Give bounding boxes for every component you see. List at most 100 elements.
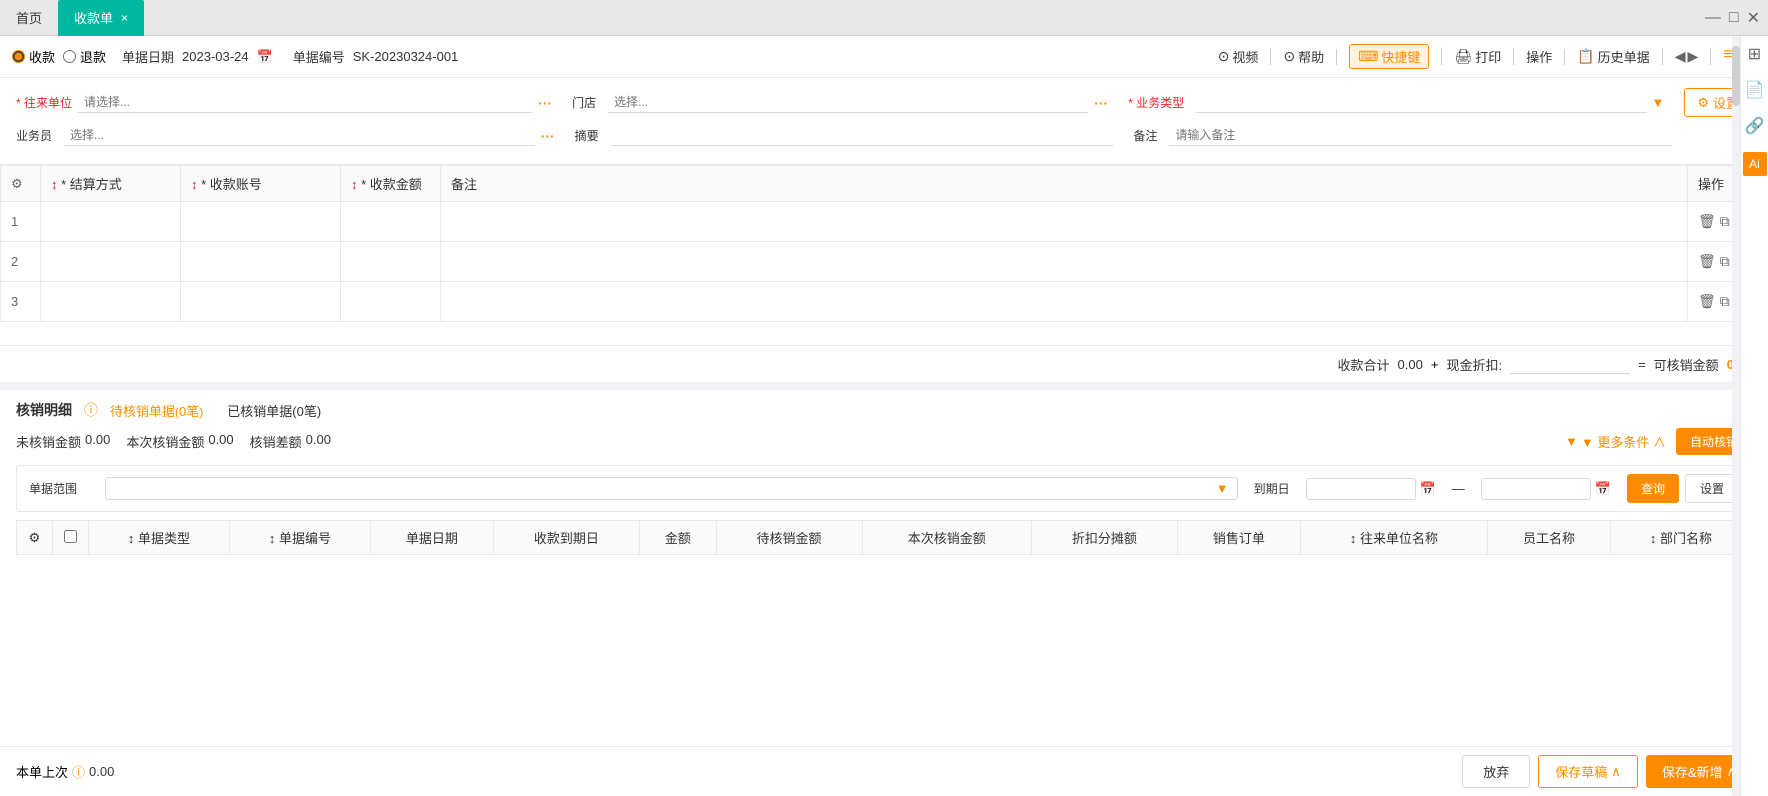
nav-prev-button[interactable]: ◀ [1675,48,1686,65]
tab-receipt-close[interactable]: × [121,11,128,25]
tab-pending-verify[interactable]: 待核销单据(0笔) [110,401,203,420]
vth-amount: 金额 [639,521,716,555]
calendar-icon[interactable]: 📅 [257,49,273,65]
action-operations[interactable]: 操作 [1526,47,1552,66]
tab-home[interactable]: 首页 [0,0,58,36]
verify-table-container: ⚙ ↕ 单据类型 ↕ 单据编号 单据日期 [16,520,1752,555]
net-label: 可核销金额 [1654,355,1719,374]
salesperson-input[interactable] [64,125,535,146]
sidebar-camera-icon[interactable]: Ai [1743,152,1767,176]
row-3-num: 3 [1,282,41,322]
remark-field: 备注 [1133,125,1672,146]
table-header-row: ⚙ ↕ * 结算方式 ↕ * 收款账号 ↕ * 收款金额 备注 [1,166,1768,202]
date-to-input[interactable]: 2022-04-12 [1481,478,1591,500]
tab-done-verify[interactable]: 已核销单据(0笔) [227,401,321,420]
row-1-settle[interactable] [41,202,181,242]
table-settings-icon[interactable]: ⚙ [11,176,23,191]
row-2-settle[interactable] [41,242,181,282]
store-more-button[interactable]: ··· [1094,95,1108,111]
vth-discount: 折扣分摊额 [1031,521,1177,555]
action-help[interactable]: ⊙ 帮助 [1283,47,1324,66]
counterpart-field: * 往来单位 ··· [16,92,552,113]
tab-receipt[interactable]: 收款单 × [58,0,144,36]
stat-diff: 核销差额 0.00 [250,432,331,451]
nav-next-button[interactable]: ▶ [1687,48,1698,65]
table-row: 1 🗑 ⧉ [1,202,1768,242]
th-settle-method: ↕ * 结算方式 [41,166,181,202]
counterpart-label: * 往来单位 [16,94,72,111]
row-1-account[interactable] [181,202,341,242]
help-icon: ⊙ [1283,48,1295,65]
action-history[interactable]: 📋 历史单据 [1577,47,1649,66]
sidebar-document-icon[interactable]: 📄 [1745,80,1765,100]
row-2-copy-button[interactable]: ⧉ [1720,253,1730,270]
maximize-button[interactable]: □ [1729,9,1739,27]
discount-input[interactable] [1510,354,1630,374]
sidebar-table-icon[interactable]: ⊞ [1748,44,1761,64]
verify-table-settings-icon[interactable]: ⚙ [29,530,41,545]
verify-settings-button[interactable]: 设置 [1685,474,1739,503]
summary-row: 收款合计 0.00 + 现金折扣: = 可核销金额 0.00 [0,345,1768,382]
summary-label: 摘要 [575,127,599,144]
close-window-button[interactable]: ✕ [1747,8,1760,28]
row-1-copy-button[interactable]: ⧉ [1720,213,1730,230]
store-input[interactable] [608,92,1088,113]
summary-input[interactable] [611,125,1114,146]
th-account-no: ↕ * 收款账号 [181,166,341,202]
stat-unverified: 未核销金额 0.00 [16,432,110,451]
row-2-remark[interactable] [441,242,1688,282]
vth-current-verify: 本次核销金额 [862,521,1031,555]
doc-range-select[interactable]: ▼ [105,477,1238,500]
row-2-account[interactable] [181,242,341,282]
business-type-arrow[interactable]: ▼ [1651,95,1664,110]
divider-7 [1710,49,1711,65]
select-all-checkbox[interactable] [64,530,77,543]
store-field: 门店 ··· [572,92,1108,113]
salesperson-more-button[interactable]: ··· [541,128,555,144]
action-shortcut[interactable]: ⌨ 快捷键 [1349,44,1429,69]
scrollbar-thumb[interactable] [1732,46,1740,106]
row-3-copy-button[interactable]: ⧉ [1720,293,1730,310]
radio-refund[interactable]: 退款 [63,47,106,66]
discard-button[interactable]: 放弃 [1462,755,1530,788]
row-1-delete-button[interactable]: 🗑 [1698,213,1716,230]
calendar-to-icon[interactable]: 📅 [1595,481,1611,497]
main-container: 收款 退款 单据日期 2023-03-24 📅 单据编号 SK-20230324… [0,36,1768,796]
vth-employee: 员工名称 [1488,521,1611,555]
calendar-from-icon[interactable]: 📅 [1420,481,1436,497]
action-video[interactable]: ⊙ 视频 [1218,47,1259,66]
sidebar-link-icon[interactable]: 🔗 [1745,116,1765,136]
vth-department: ↕ 部门名称 [1611,521,1752,555]
vth-sales-order: 销售订单 [1177,521,1300,555]
row-3-remark[interactable] [441,282,1688,322]
row-2-delete-button[interactable]: 🗑 [1698,253,1716,270]
store-label: 门店 [572,94,596,111]
minimize-button[interactable]: — [1705,9,1721,27]
counterpart-input[interactable] [78,92,532,113]
query-button[interactable]: 查询 [1627,474,1679,503]
row-3-delete-button[interactable]: 🗑 [1698,293,1716,310]
row-3-account[interactable] [181,282,341,322]
row-3-amount[interactable] [341,282,441,322]
verify-title: 核销明细 [16,400,72,420]
divider-4 [1513,49,1514,65]
action-print[interactable]: 🖨 打印 [1454,47,1501,66]
more-filter-button[interactable]: ▼ ▼ 更多条件 ∧ [1565,432,1666,451]
top-toolbar: 收款 退款 单据日期 2023-03-24 📅 单据编号 SK-20230324… [0,36,1768,78]
query-action-group: 查询 设置 [1627,474,1739,503]
vth-pending-amount: 待核销金额 [716,521,862,555]
business-type-input[interactable]: 预收款 [1196,92,1647,113]
remark-input[interactable] [1169,125,1672,146]
tab-receipt-label: 收款单 [74,8,113,27]
save-draft-button[interactable]: 保存草稿 ∧ [1538,755,1638,788]
counterpart-more-button[interactable]: ··· [538,95,552,111]
verify-header: 核销明细 ⓘ 待核销单据(0笔) 已核销单据(0笔) [16,400,1752,420]
row-1-amount[interactable] [341,202,441,242]
row-3-settle[interactable] [41,282,181,322]
row-1-remark[interactable] [441,202,1688,242]
verify-info-icon[interactable]: ⓘ [84,400,98,420]
date-from-input[interactable]: 2022-04-01 [1306,478,1416,500]
radio-receipt[interactable]: 收款 [12,47,55,66]
row-2-amount[interactable] [341,242,441,282]
bottom-stat-icon[interactable]: ⓘ [72,762,85,781]
